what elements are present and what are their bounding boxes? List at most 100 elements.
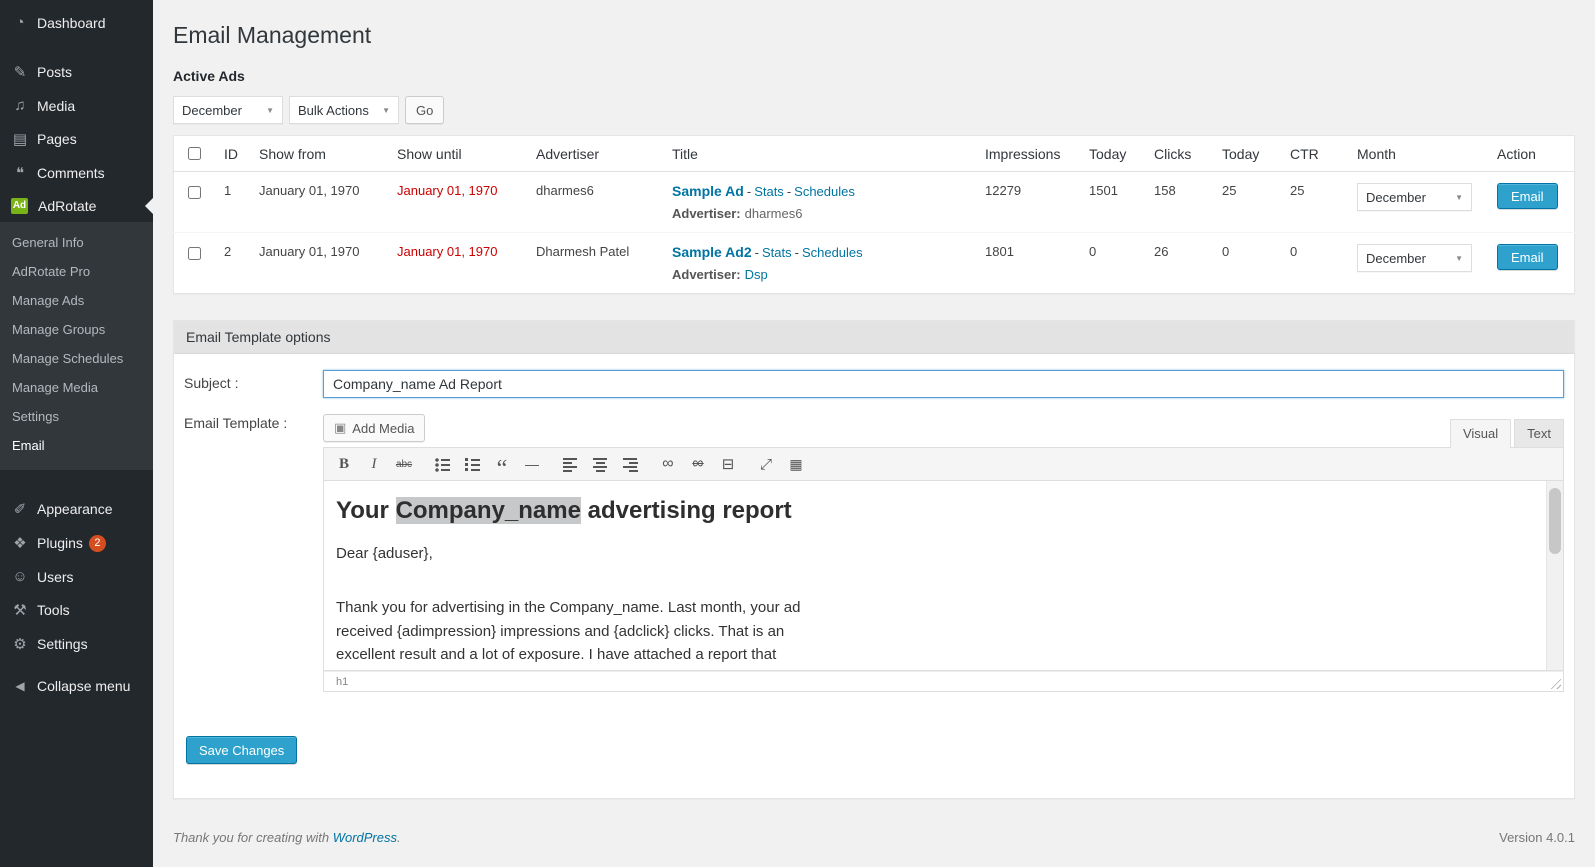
email-template-document: Your Company_name advertising report Dea… <box>324 481 814 670</box>
column-header-id: ID <box>214 135 249 172</box>
select-all-checkbox[interactable] <box>188 147 201 160</box>
wordpress-link[interactable]: WordPress <box>333 830 397 845</box>
numbered-list-icon[interactable] <box>458 452 486 476</box>
toolbar-toggle-icon[interactable] <box>782 452 810 476</box>
month-filter-select[interactable]: December ▼ <box>173 96 283 124</box>
row-month-select[interactable]: December ▼ <box>1357 244 1472 272</box>
sidebar-item-media[interactable]: Media <box>0 89 153 122</box>
bulk-actions-select[interactable]: Bulk Actions ▼ <box>289 96 399 124</box>
blockquote-icon[interactable] <box>488 452 516 476</box>
bulleted-list-icon[interactable] <box>428 452 456 476</box>
adrotate-submenu: General Info AdRotate Pro Manage Ads Man… <box>0 222 153 470</box>
sidebar-subitem-manage-groups[interactable]: Manage Groups <box>0 315 153 344</box>
fullscreen-icon[interactable] <box>752 452 780 476</box>
template-body: Thank you for advertising in the Company… <box>336 599 801 670</box>
horizontal-rule-icon[interactable] <box>518 452 546 476</box>
posts-icon <box>10 63 30 81</box>
align-center-icon[interactable] <box>586 452 614 476</box>
sidebar-item-pages[interactable]: Pages <box>0 122 153 156</box>
scrollbar-thumb[interactable] <box>1549 488 1561 554</box>
collapse-menu-wrap: Collapse menu <box>0 669 153 702</box>
sidebar-item-settings[interactable]: Settings <box>0 627 153 661</box>
column-header-month: Month <box>1347 135 1487 172</box>
strikethrough-icon[interactable] <box>390 452 418 476</box>
sidebar-item-label: Media <box>37 97 76 114</box>
ad-id: 2 <box>214 232 249 294</box>
sidebar-subitem-settings[interactable]: Settings <box>0 402 153 431</box>
plugins-update-badge: 2 <box>88 534 106 552</box>
align-right-icon[interactable] <box>616 452 644 476</box>
ad-title-link[interactable]: Sample Ad <box>672 183 744 199</box>
row-checkbox[interactable] <box>188 247 201 260</box>
subject-label: Subject : <box>184 375 239 391</box>
template-greeting: Dear {aduser}, <box>336 545 433 562</box>
sidebar-subitem-manage-media[interactable]: Manage Media <box>0 373 153 402</box>
adrotate-icon: Ad <box>11 198 28 214</box>
schedules-link[interactable]: Schedules <box>802 245 863 260</box>
chevron-down-icon: ▼ <box>266 105 274 115</box>
link-separator: - <box>794 245 799 260</box>
sidebar-item-appearance[interactable]: Appearance <box>0 492 153 526</box>
italic-icon[interactable] <box>360 452 388 476</box>
table-row: 1 January 01, 1970 January 01, 1970 dhar… <box>174 172 1575 233</box>
menu-separator <box>0 39 153 55</box>
current-menu-arrow-icon <box>137 198 153 214</box>
schedules-link[interactable]: Schedules <box>794 184 855 199</box>
add-media-button[interactable]: ▣ Add Media <box>323 414 426 442</box>
add-media-label: Add Media <box>352 420 415 436</box>
sidebar-item-tools[interactable]: Tools <box>0 593 153 627</box>
advertiser-cell: dharmes6 <box>536 183 594 198</box>
stats-link[interactable]: Stats <box>754 184 784 199</box>
tab-text[interactable]: Text <box>1514 419 1564 447</box>
sidebar-subitem-email[interactable]: Email <box>0 431 153 460</box>
admin-sidebar: Dashboard Posts Media Pages Comments Ad … <box>0 0 153 867</box>
show-until-date: January 01, 1970 <box>387 232 526 294</box>
tab-visual[interactable]: Visual <box>1449 419 1512 448</box>
today-impressions-value: 1501 <box>1089 183 1118 198</box>
chevron-down-icon: ▼ <box>382 105 390 115</box>
advertiser-name-link[interactable]: Dsp <box>745 267 768 282</box>
sidebar-item-label: Plugins <box>37 535 83 551</box>
editor-content[interactable]: Your Company_name advertising report Dea… <box>323 481 1564 671</box>
email-button[interactable]: Email <box>1497 244 1558 270</box>
tools-icon <box>10 601 30 619</box>
sidebar-subitem-manage-schedules[interactable]: Manage Schedules <box>0 344 153 373</box>
dashboard-icon <box>10 14 30 31</box>
subject-input[interactable] <box>323 370 1564 398</box>
resize-grip-icon[interactable] <box>1548 676 1561 689</box>
align-left-icon[interactable] <box>556 452 584 476</box>
go-button[interactable]: Go <box>405 96 445 124</box>
sidebar-item-posts[interactable]: Posts <box>0 55 153 89</box>
version-text: Version 4.0.1 <box>1499 830 1575 845</box>
wordpress-admin: Dashboard Posts Media Pages Comments Ad … <box>0 0 1595 867</box>
more-tag-icon[interactable] <box>714 452 742 476</box>
sidebar-item-users[interactable]: Users <box>0 560 153 593</box>
sidebar-item-label: Users <box>37 568 74 585</box>
link-icon[interactable] <box>654 452 682 476</box>
sidebar-subitem-manage-ads[interactable]: Manage Ads <box>0 286 153 315</box>
ad-title-link[interactable]: Sample Ad2 <box>672 244 752 260</box>
collapse-menu-button[interactable]: Collapse menu <box>0 669 153 702</box>
save-changes-button[interactable]: Save Changes <box>186 736 298 764</box>
sidebar-item-comments[interactable]: Comments <box>0 156 153 190</box>
chevron-down-icon: ▼ <box>1455 192 1463 202</box>
column-header-today-clicks: Today <box>1212 135 1280 172</box>
sidebar-item-dashboard[interactable]: Dashboard <box>0 6 153 39</box>
page-content: Email Management Active Ads December ▼ Bu… <box>153 0 1595 799</box>
email-button[interactable]: Email <box>1497 183 1558 209</box>
sidebar-item-adrotate[interactable]: Ad AdRotate <box>0 190 153 222</box>
link-separator: - <box>754 245 759 260</box>
editor-scrollbar[interactable] <box>1546 481 1563 670</box>
sidebar-item-plugins[interactable]: Plugins 2 <box>0 526 153 560</box>
row-checkbox[interactable] <box>188 186 201 199</box>
sidebar-item-label: Pages <box>37 131 77 147</box>
sidebar-subitem-general-info[interactable]: General Info <box>0 228 153 257</box>
row-month-select[interactable]: December ▼ <box>1357 183 1472 211</box>
unlink-icon[interactable] <box>684 452 712 476</box>
sidebar-subitem-adrotate-pro[interactable]: AdRotate Pro <box>0 257 153 286</box>
bold-icon[interactable] <box>330 452 358 476</box>
stats-link[interactable]: Stats <box>762 245 792 260</box>
editor-toolbar <box>323 447 1564 481</box>
column-header-ctr: CTR <box>1280 135 1347 172</box>
sidebar-item-label: Dashboard <box>37 14 106 31</box>
